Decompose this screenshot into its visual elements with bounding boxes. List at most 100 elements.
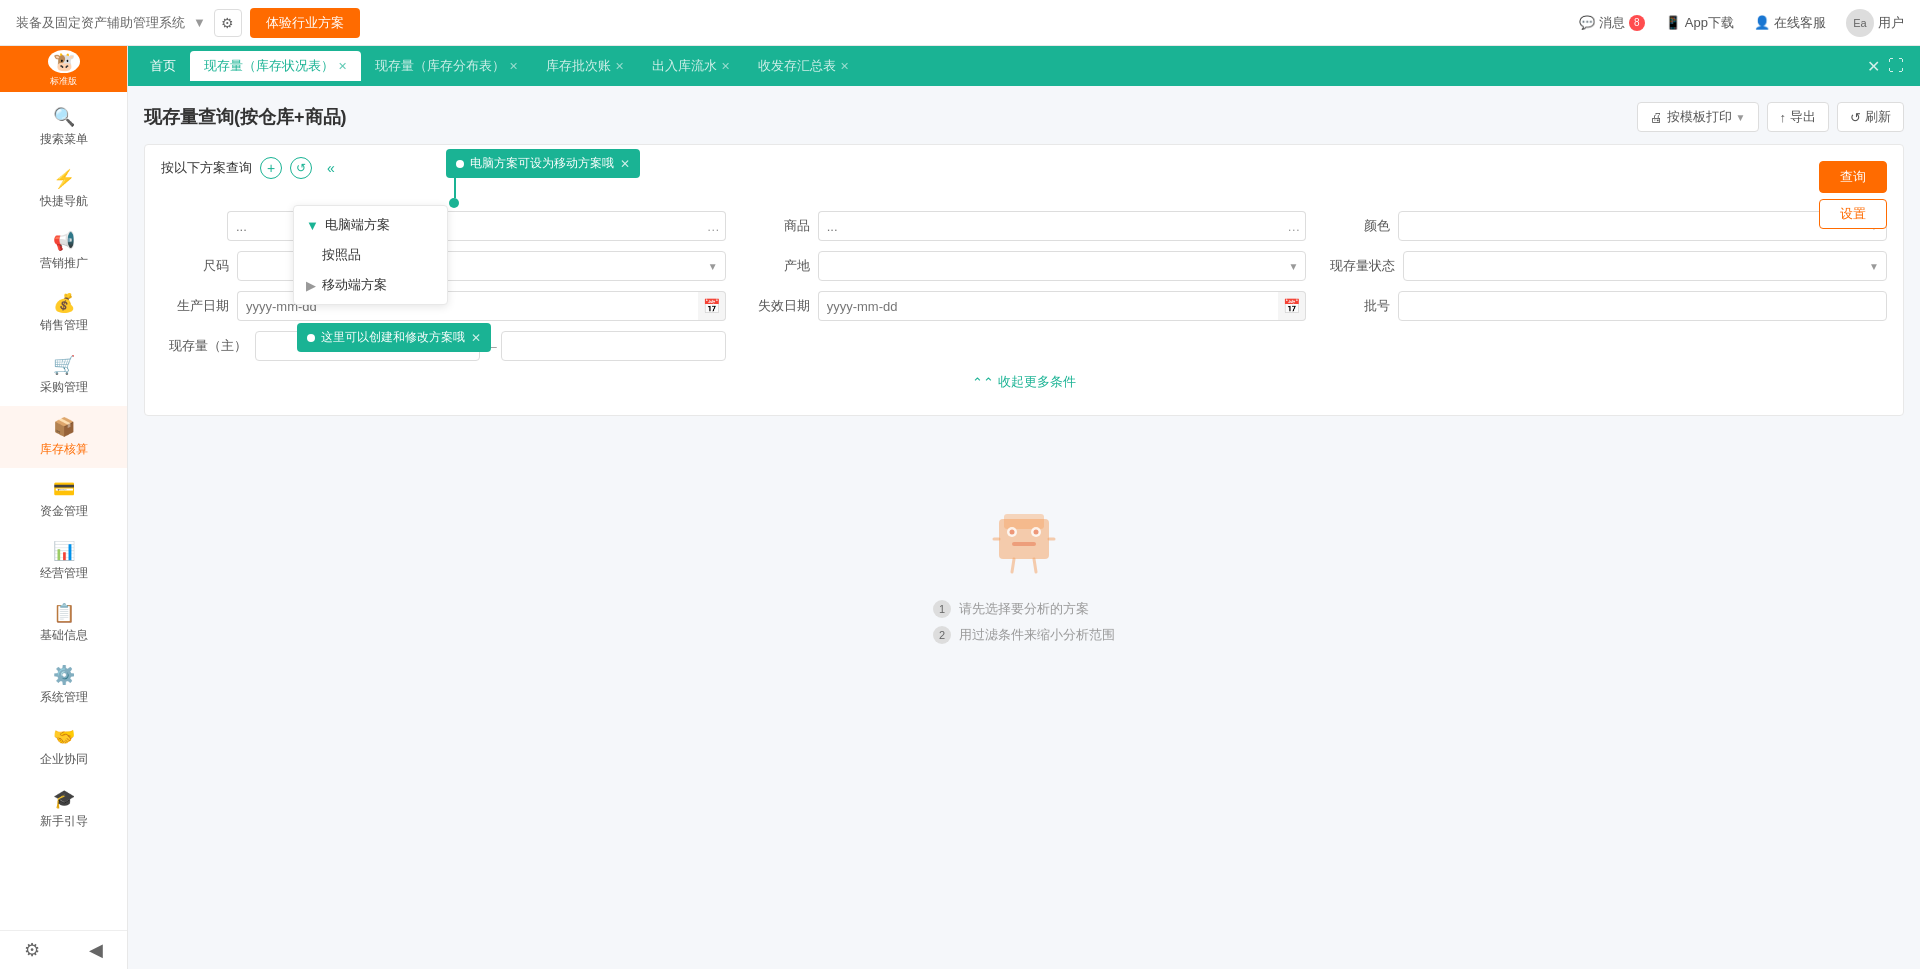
tooltip1-container: 电脑方案可设为移动方案哦 ✕ <box>446 149 640 208</box>
collapse-up-icon: ⌃⌃ <box>972 375 994 390</box>
batch-label: 批号 <box>1330 297 1390 315</box>
tab-inventory-dist[interactable]: 现存量（库存分布表） ✕ <box>361 51 532 81</box>
trial-button[interactable]: 体验行业方案 <box>250 8 360 38</box>
scheme-item-mobile[interactable]: ▶ 移动端方案 <box>294 270 447 300</box>
batch-input[interactable] <box>1398 291 1887 321</box>
top-bar-left: 装备及固定资产辅助管理系统 ▼ ⚙ 体验行业方案 <box>16 8 360 38</box>
tab-close-recv-summary[interactable]: ✕ <box>840 60 849 73</box>
tab-inventory-batch[interactable]: 库存批次账 ✕ <box>532 51 638 81</box>
export-button[interactable]: ↑ 导出 <box>1767 102 1830 132</box>
content-area: 首页 现存量（库存状况表） ✕ 现存量（库存分布表） ✕ 库存批次账 ✕ 出入库… <box>128 46 1920 969</box>
goods-input[interactable] <box>818 211 1283 241</box>
collapse-button[interactable]: ⌃⌃ 收起更多条件 <box>972 373 1076 391</box>
phone-icon: 📱 <box>1665 15 1681 30</box>
scheme-item-pc[interactable]: ▼ 电脑端方案 <box>294 210 447 240</box>
sidebar-item-sales[interactable]: 💰 销售管理 <box>0 282 127 344</box>
tab-home-label: 首页 <box>150 57 176 75</box>
scheme-arrow-icon2: ▶ <box>306 278 316 293</box>
finance-icon: 💳 <box>53 478 75 500</box>
filter-add-button[interactable]: + <box>260 157 282 179</box>
stock-status-select[interactable] <box>1403 251 1887 281</box>
sidebar-item-newbie[interactable]: 🎓 新手引导 <box>0 778 127 840</box>
print-button[interactable]: 🖨 按模板打印 ▼ <box>1637 102 1759 132</box>
search-button[interactable]: 查询 <box>1819 161 1887 193</box>
tab-inventory-status[interactable]: 现存量（库存状况表） ✕ <box>190 51 361 81</box>
sidebar-item-inventory[interactable]: 📦 库存核算 <box>0 406 127 468</box>
logo-icon: 🐮 <box>48 50 80 73</box>
filter-arrow-button[interactable]: « <box>320 157 342 179</box>
goods-label: 商品 <box>750 217 810 235</box>
user-label: 用户 <box>1878 14 1904 32</box>
expire-date-label: 失效日期 <box>750 297 810 315</box>
sidebar-item-label: 快捷导航 <box>40 193 88 210</box>
tab-close-inventory-batch[interactable]: ✕ <box>615 60 624 73</box>
sidebar-item-operation[interactable]: 📊 经营管理 <box>0 530 127 592</box>
tooltip2-container: 这里可以创建和修改方案哦 ✕ <box>297 323 491 352</box>
tab-fullscreen-icon[interactable]: ⛶ <box>1888 57 1904 75</box>
sidebar-item-enterprise[interactable]: 🤝 企业协同 <box>0 716 127 778</box>
sidebar-item-purchase[interactable]: 🛒 采购管理 <box>0 344 127 406</box>
tooltip1-close[interactable]: ✕ <box>620 157 630 171</box>
refresh-button[interactable]: ↺ 刷新 <box>1837 102 1904 132</box>
sidebar-item-finance[interactable]: 💳 资金管理 <box>0 468 127 530</box>
enterprise-icon: 🤝 <box>53 726 75 748</box>
filter-refresh-button[interactable]: ↺ <box>290 157 312 179</box>
sidebar-item-baseinfo[interactable]: 📋 基础信息 <box>0 592 127 654</box>
tab-close-inventory-dist[interactable]: ✕ <box>509 60 518 73</box>
tab-recv-summary[interactable]: 收发存汇总表 ✕ <box>744 51 863 81</box>
tab-recv-summary-label: 收发存汇总表 <box>758 57 836 75</box>
filter-expire-date: 失效日期 📅 <box>750 291 1307 321</box>
online-support-item[interactable]: 👤 在线客服 <box>1754 14 1826 32</box>
empty-tip-1: 1 请先选择要分析的方案 <box>933 600 1115 618</box>
scheme-arrow-icon: ▼ <box>306 218 319 233</box>
scheme-item-goods[interactable]: 按照品 <box>294 240 447 270</box>
sidebar-item-label: 基础信息 <box>40 627 88 644</box>
sidebar-item-marketing[interactable]: 📢 营销推广 <box>0 220 127 282</box>
settings-bottom-icon[interactable]: ⚙ <box>24 939 40 961</box>
user-avatar: Ea <box>1846 9 1874 37</box>
message-item[interactable]: 💬 消息 8 <box>1579 14 1645 32</box>
sidebar-item-label: 经营管理 <box>40 565 88 582</box>
tooltip2-text: 这里可以创建和修改方案哦 <box>321 329 465 346</box>
sidebar-item-label: 企业协同 <box>40 751 88 768</box>
message-badge: 8 <box>1629 15 1645 31</box>
main-area: 🐮 标准版 🔍 搜索菜单 ⚡ 快捷导航 📢 营销推广 💰 销售 <box>0 46 1920 969</box>
goods-more-btn[interactable]: … <box>1282 211 1306 241</box>
scheme-mobile-name: 移动端方案 <box>322 276 387 294</box>
app-download-item[interactable]: 📱 App下载 <box>1665 14 1734 32</box>
user-item[interactable]: Ea 用户 <box>1846 9 1904 37</box>
collapse-sidebar-icon[interactable]: ◀ <box>89 939 103 961</box>
sales-icon: 💰 <box>53 292 75 314</box>
stock-main-to-input[interactable] <box>501 331 726 361</box>
produce-date-calendar-icon[interactable]: 📅 <box>698 291 726 321</box>
online-support-label: 在线客服 <box>1774 14 1826 32</box>
sidebar-item-search[interactable]: 🔍 搜索菜单 <box>0 96 127 158</box>
warehouse-more-btn[interactable]: … <box>702 211 726 241</box>
tab-home[interactable]: 首页 <box>136 51 190 81</box>
tooltip2-close[interactable]: ✕ <box>471 331 481 345</box>
expire-date-calendar-icon[interactable]: 📅 <box>1278 291 1306 321</box>
print-dropdown-icon: ▼ <box>1736 112 1746 123</box>
gear-icon[interactable]: ⚙ <box>214 9 242 37</box>
marketing-icon: 📢 <box>53 230 75 252</box>
expire-date-input[interactable] <box>818 291 1279 321</box>
tab-close-inventory-status[interactable]: ✕ <box>338 60 347 73</box>
reset-button[interactable]: 设置 <box>1819 199 1887 229</box>
empty-tip-2: 2 用过滤条件来缩小分析范围 <box>933 626 1115 644</box>
tab-close-all-icon[interactable]: ✕ <box>1867 57 1880 76</box>
tab-inout-flow[interactable]: 出入库流水 ✕ <box>638 51 744 81</box>
sidebar-item-quick-nav[interactable]: ⚡ 快捷导航 <box>0 158 127 220</box>
svg-line-9 <box>1012 559 1014 572</box>
sidebar-item-system[interactable]: ⚙️ 系统管理 <box>0 654 127 716</box>
color-select[interactable] <box>1398 211 1887 241</box>
system-select-icon[interactable]: ▼ <box>193 15 206 30</box>
top-bar: 装备及固定资产辅助管理系统 ▼ ⚙ 体验行业方案 💬 消息 8 📱 App下载 … <box>0 0 1920 46</box>
export-label: 导出 <box>1790 108 1816 126</box>
sidebar: 🐮 标准版 🔍 搜索菜单 ⚡ 快捷导航 📢 营销推广 💰 销售 <box>0 46 128 969</box>
scheme-name: 电脑端方案 <box>325 216 390 234</box>
tooltip1-connector-line <box>454 178 456 198</box>
tab-actions: ✕ ⛶ <box>1859 57 1912 76</box>
sidebar-item-label: 采购管理 <box>40 379 88 396</box>
origin-select[interactable] <box>818 251 1307 281</box>
tab-close-inout-flow[interactable]: ✕ <box>721 60 730 73</box>
